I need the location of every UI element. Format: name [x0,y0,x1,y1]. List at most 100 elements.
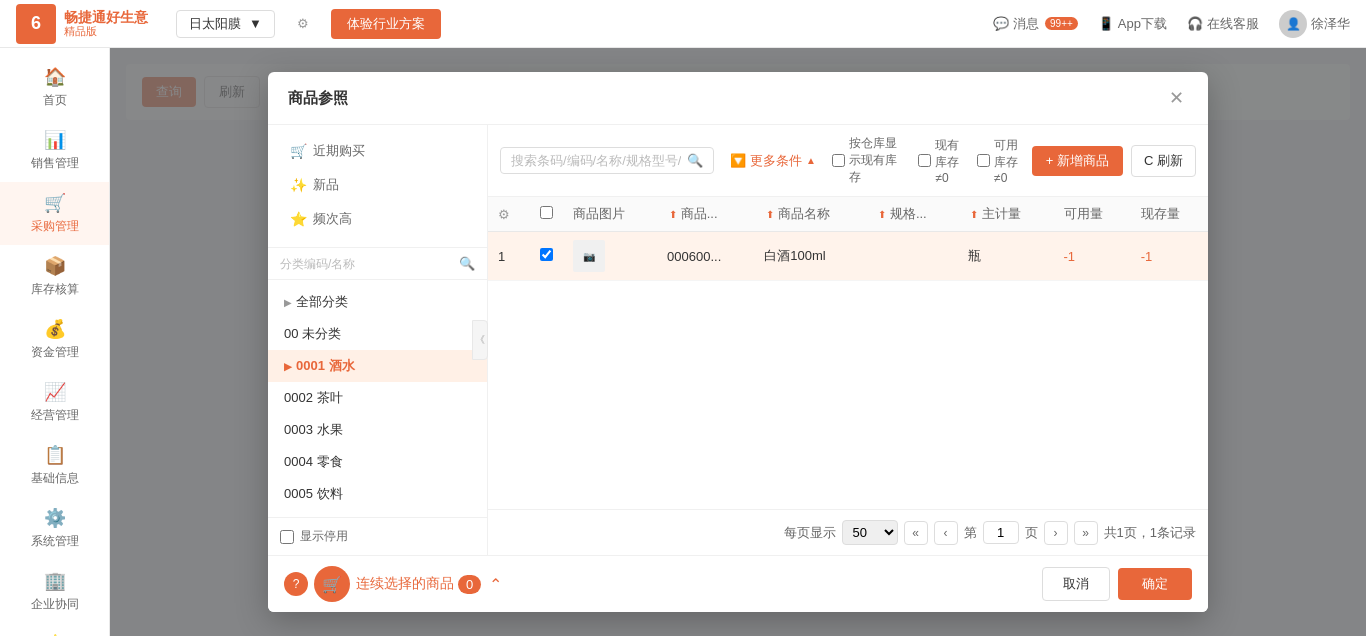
settings-icon[interactable]: ⚙ [287,8,319,40]
first-page-btn[interactable]: « [904,521,928,545]
sidebar-item-purchase[interactable]: 🛒 采购管理 [0,182,109,245]
cart-count: 0 [458,575,481,594]
page-label: 第 [964,524,977,542]
new-items-btn[interactable]: ✨ 新品 [280,169,475,201]
pagination: 每页显示 50 100 200 « ‹ 第 页 › [488,509,1208,555]
user-menu[interactable]: 👤 徐泽华 [1279,10,1350,38]
category-0004[interactable]: 0004 零食 [268,446,487,478]
col-unit[interactable]: ⬆ 主计量 [958,197,1053,232]
quick-filters: 🛒 近期购买 ✨ 新品 ⭐ 频次高 [268,125,487,248]
cell-code: 000600... [657,232,754,281]
warehouse-filter-label[interactable]: 按仓库显示现有库存 [832,135,907,186]
sidebar-item-ops[interactable]: 📈 经营管理 [0,371,109,434]
add-product-button[interactable]: + 新增商品 [1032,146,1123,176]
sidebar-item-system[interactable]: ⚙️ 系统管理 [0,497,109,560]
product-table: ⚙ 商品图片 ⬆ 商品... [488,197,1208,281]
page-suffix: 页 [1025,524,1038,542]
table-row[interactable]: 1 📷 000600... 白酒100ml 瓶 [488,232,1208,281]
help-icon[interactable]: ? [284,572,308,596]
col-select-all[interactable] [530,197,563,232]
page-info: 共1页，1条记录 [1104,524,1196,542]
last-page-btn[interactable]: » [1074,521,1098,545]
inventory-icon: 📦 [44,255,66,277]
col-settings[interactable]: ⚙ [488,197,530,232]
cell-checkbox[interactable] [530,232,563,281]
sidebar-item-guide[interactable]: 🌟 新手引导 [0,623,109,636]
sidebar-item-home[interactable]: 🏠 首页 [0,56,109,119]
product-search-input[interactable] [511,153,681,168]
modal-body: 🛒 近期购买 ✨ 新品 ⭐ 频次高 [268,125,1208,555]
sidebar: 🏠 首页 📊 销售管理 🛒 采购管理 📦 库存核算 💰 资金管理 📈 经营管理 … [0,48,110,636]
category-0003[interactable]: 0003 水果 [268,414,487,446]
available-filter-checkbox[interactable] [977,154,990,167]
product-table-area: ⚙ 商品图片 ⬆ 商品... [488,197,1208,509]
sort-icon: ⬆ [970,209,978,220]
col-code[interactable]: ⬆ 商品... [657,197,754,232]
col-spec[interactable]: ⬆ 规格... [866,197,958,232]
sort-icon: ⬆ [669,209,677,220]
per-page-label: 每页显示 [784,524,836,542]
content-area: 查询 刷新 设置 商品参照 ✕ 🛒 [110,48,1366,636]
category-search-icon[interactable]: 🔍 [459,256,475,271]
right-panel: 🔍 🔽 更多条件 ▲ 按仓库显示现有库存 [488,125,1208,555]
warehouse-filter-checkbox[interactable] [832,154,845,167]
purchase-icon: 🛒 [44,192,66,214]
topnav: 6 畅捷通好生意 精品版 日太阳膜 ▼ ⚙ 体验行业方案 💬 消息 99+ 📱 … [0,0,1366,48]
search-toolbar: 🔍 🔽 更多条件 ▲ 按仓库显示现有库存 [488,125,1208,197]
app-download-btn[interactable]: 📱 App下载 [1098,15,1167,33]
expand-icon[interactable]: ⌃ [489,575,502,594]
category-0001[interactable]: ▶ 0001 酒水 [268,350,487,382]
available-filter-label[interactable]: 可用库存≠0 [977,137,1024,185]
refresh-button[interactable]: C 刷新 [1131,145,1196,177]
show-disabled-checkbox[interactable] [280,530,294,544]
search-icon[interactable]: 🔍 [687,153,703,168]
chevron-down-icon: ▼ [249,16,262,31]
app-logo: 6 [16,4,56,44]
category-list: ▶ 全部分类 00 未分类 ▶ 0001 酒水 0002 茶 [268,280,487,517]
prev-page-btn[interactable]: ‹ [934,521,958,545]
message-btn[interactable]: 💬 消息 99+ [993,15,1078,33]
row-checkbox[interactable] [540,248,553,261]
frequent-btn[interactable]: ⭐ 频次高 [280,203,475,235]
sidebar-item-sales[interactable]: 📊 销售管理 [0,119,109,182]
page-input[interactable] [983,521,1019,544]
category-all[interactable]: ▶ 全部分类 [268,286,487,318]
cart-icon[interactable]: 🛒 [314,566,350,602]
category-0008[interactable]: 0008 水 [268,510,487,517]
category-search-input[interactable] [280,257,453,271]
cell-no: 1 [488,232,530,281]
footer-actions: 取消 确定 [1042,567,1192,601]
trial-button[interactable]: 体验行业方案 [331,9,441,39]
next-page-btn[interactable]: › [1044,521,1068,545]
table-body: 1 📷 000600... 白酒100ml 瓶 [488,232,1208,281]
selector-dropdown[interactable]: 日太阳膜 ▼ [176,10,275,38]
sidebar-item-basic[interactable]: 📋 基础信息 [0,434,109,497]
close-icon[interactable]: ✕ [1164,86,1188,110]
sidebar-item-enterprise[interactable]: 🏢 企业协同 [0,560,109,623]
cell-spec [866,232,958,281]
category-00[interactable]: 00 未分类 [268,318,487,350]
product-reference-modal: 商品参照 ✕ 🛒 近期购买 ✨ [268,72,1208,612]
more-filters-btn[interactable]: 🔽 更多条件 ▲ [722,147,824,175]
collapse-panel-btn[interactable]: 《 [472,320,488,360]
confirm-button[interactable]: 确定 [1118,568,1192,600]
cancel-button[interactable]: 取消 [1042,567,1110,601]
online-service-btn[interactable]: 🎧 在线客服 [1187,15,1259,33]
recent-buy-btn[interactable]: 🛒 近期购买 [280,135,475,167]
table-header-row: ⚙ 商品图片 ⬆ 商品... [488,197,1208,232]
category-0002[interactable]: 0002 茶叶 [268,382,487,414]
select-all-checkbox[interactable] [540,206,553,219]
per-page-select[interactable]: 50 100 200 [842,520,898,545]
modal-title: 商品参照 [288,89,348,108]
stock-filter-checkbox[interactable] [918,154,931,167]
show-disabled-row: 显示停用 [268,517,487,555]
filter-options: 按仓库显示现有库存 现有库存≠0 可用库存≠0 [832,135,1024,186]
brand-sub: 精品版 [64,25,152,38]
modal-overlay: 商品参照 ✕ 🛒 近期购买 ✨ [110,48,1366,636]
col-available: 可用量 [1054,197,1131,232]
sidebar-item-finance[interactable]: 💰 资金管理 [0,308,109,371]
category-0005[interactable]: 0005 饮料 [268,478,487,510]
sidebar-item-inventory[interactable]: 📦 库存核算 [0,245,109,308]
stock-filter-label[interactable]: 现有库存≠0 [918,137,965,185]
col-name[interactable]: ⬆ 商品名称 [754,197,866,232]
